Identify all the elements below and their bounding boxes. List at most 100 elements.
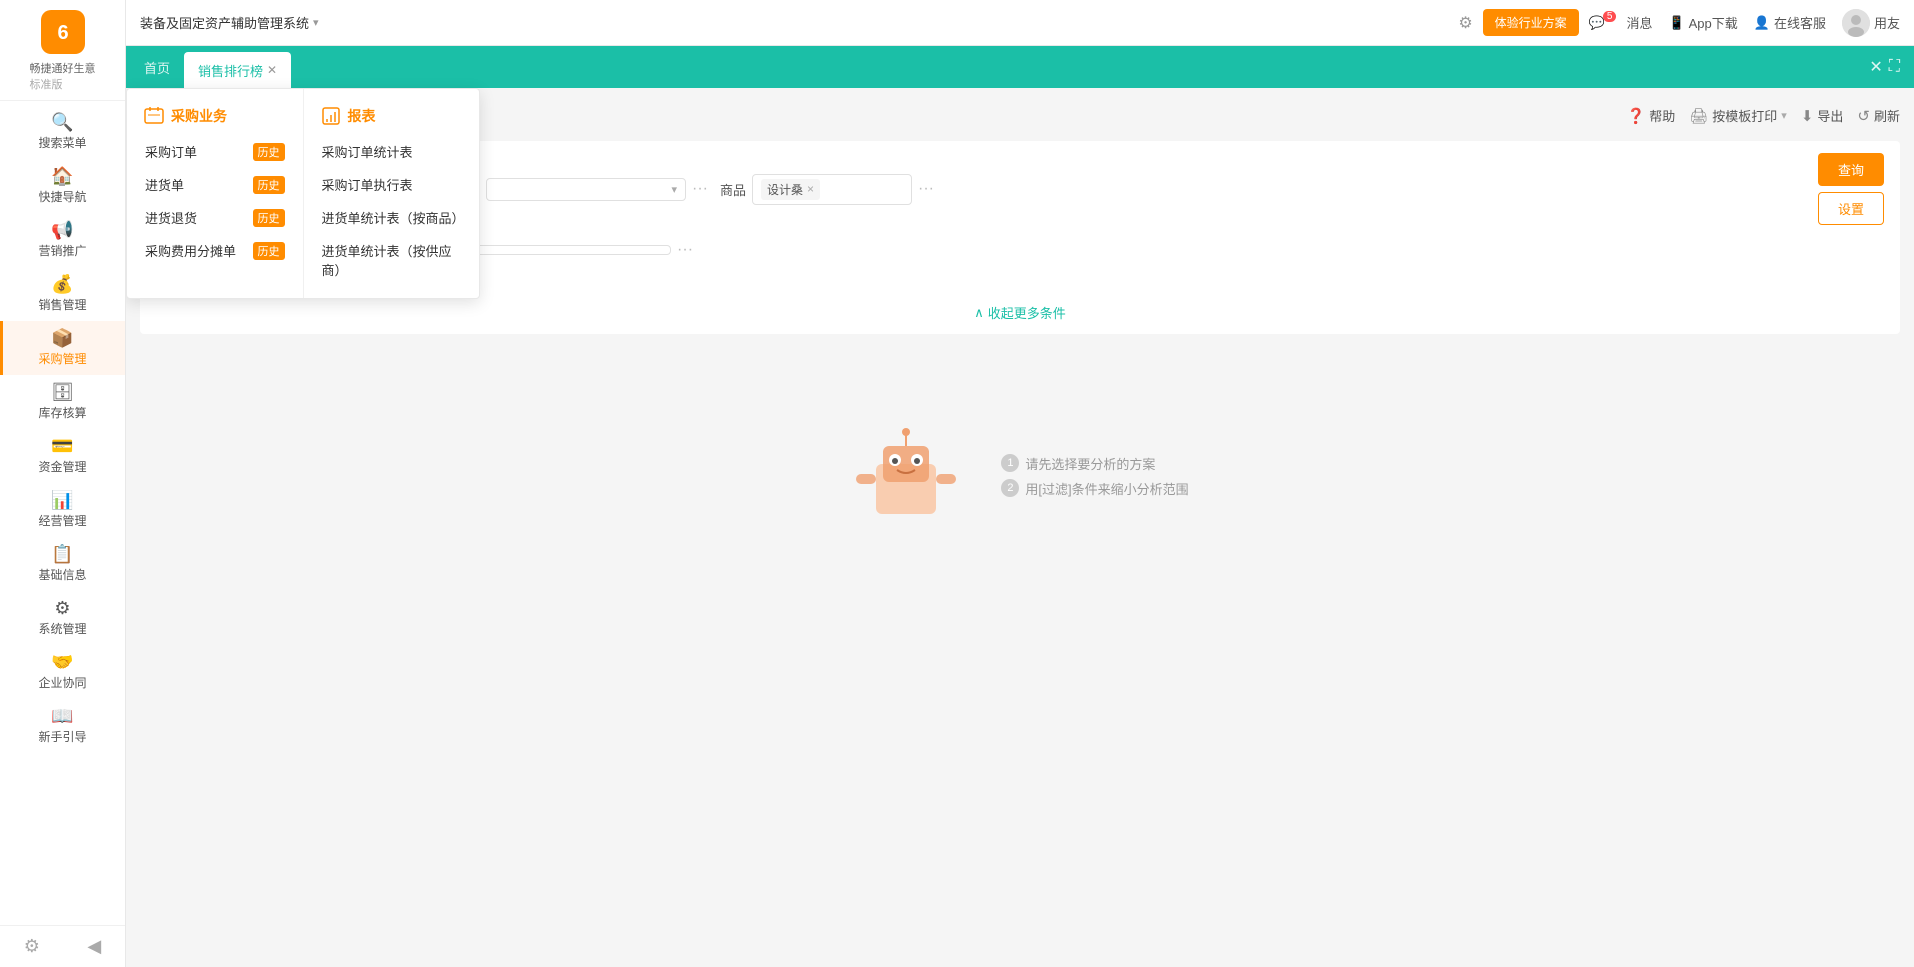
sidebar-item-quick[interactable]: 🏠 快捷导航 xyxy=(0,159,125,213)
sidebar-item-system[interactable]: ⚙ 系统管理 xyxy=(0,591,125,645)
help-icon: ❓ xyxy=(1627,107,1646,125)
menu-item-return[interactable]: 进货退货 历史 xyxy=(135,201,295,234)
marketing-icon: 📢 xyxy=(51,221,73,239)
menu-item-po-stat[interactable]: 采购订单统计表 xyxy=(312,135,472,168)
app-logo-icon: 6 xyxy=(41,10,85,54)
empty-hint-2: 2 用[过滤]条件来缩小分析范围 xyxy=(1001,479,1188,498)
purchase-report-col: 报表 采购订单统计表 采购订单执行表 进货单统计表（按商品） 进货单统计表（按供… xyxy=(304,89,480,298)
salesperson-dots[interactable]: ··· xyxy=(677,241,693,259)
search-icon: 🔍 xyxy=(51,113,73,131)
menu-item-inbound[interactable]: 进货单 历史 xyxy=(135,168,295,201)
system-icon: ⚙ xyxy=(54,599,70,617)
goods-dots[interactable]: ··· xyxy=(918,180,934,198)
main-area: 装备及固定资产辅助管理系统 ▾ ⚙ 体验行业方案 💬 5 消息 📱 App下载 … xyxy=(126,0,1914,967)
fund-icon: 💳 xyxy=(51,437,73,455)
sidebar-item-coop[interactable]: 🤝 企业协同 xyxy=(0,645,125,699)
tabbar-wrapper: 首页 销售排行榜 ✕ ✕ ⛶ 采购业务 采 xyxy=(126,46,1914,88)
user-avatar xyxy=(1842,9,1870,37)
sidebar-logo: 6 畅捷通好生意 标准版 xyxy=(0,0,125,101)
tabbar: 首页 销售排行榜 ✕ ✕ ⛶ xyxy=(126,46,1914,88)
tab-home[interactable]: 首页 xyxy=(130,46,184,88)
tab-close-all-icon[interactable]: ✕ xyxy=(1869,57,1882,77)
collapse-row: ∧ 收起更多条件 xyxy=(156,303,1884,322)
tab-close-icon[interactable]: ✕ xyxy=(267,63,277,77)
collapse-button[interactable]: ∧ 收起更多条件 xyxy=(974,303,1066,322)
sidebar-item-fund[interactable]: 💳 资金管理 xyxy=(0,429,125,483)
empty-state: 1 请先选择要分析的方案 2 用[过滤]条件来缩小分析范围 xyxy=(140,344,1900,607)
goods-control[interactable]: 设计桑 × xyxy=(752,174,912,205)
inventory-icon: 🗄 xyxy=(51,383,74,401)
purchase-business-header: 采购业务 xyxy=(135,101,295,135)
tab-sales-rank[interactable]: 销售排行榜 ✕ xyxy=(184,52,291,88)
menu-item-inbound-stat-goods[interactable]: 进货单统计表（按商品） xyxy=(312,201,472,234)
topbar: 装备及固定资产辅助管理系统 ▾ ⚙ 体验行业方案 💬 5 消息 📱 App下载 … xyxy=(126,0,1914,46)
step-2: 2 xyxy=(1001,479,1019,497)
setting-button[interactable]: 设置 xyxy=(1818,192,1884,225)
app-label: App下载 xyxy=(1689,13,1738,32)
print-chevron-icon: ▾ xyxy=(1781,109,1787,122)
salesperson-control[interactable] xyxy=(471,245,671,255)
tab-expand-icon[interactable]: ⛶ xyxy=(1889,58,1900,76)
sidebar-bottom: ⚙ ◀ xyxy=(0,925,125,967)
filter-actions: 查询 设置 xyxy=(1818,153,1884,225)
purchase-dropdown-menu: 采购业务 采购订单 历史 进货单 历史 进货退货 历史 采购费用分摊单 历史 xyxy=(126,88,480,299)
purchase-report-header: 报表 xyxy=(312,101,472,135)
menu-item-po-exec[interactable]: 采购订单执行表 xyxy=(312,168,472,201)
print-icon: 🖨 xyxy=(1689,107,1708,125)
menu-item-po[interactable]: 采购订单 历史 xyxy=(135,135,295,168)
topbar-message[interactable]: 💬 5 消息 xyxy=(1589,13,1653,32)
print-btn[interactable]: 🖨 按模板打印 ▾ xyxy=(1689,106,1787,125)
settings-bottom-icon[interactable]: ⚙ xyxy=(24,936,40,957)
empty-hint-1: 1 请先选择要分析的方案 xyxy=(1001,454,1155,473)
topbar-gear-icon[interactable]: ⚙ xyxy=(1458,13,1472,33)
export-btn[interactable]: ⬇ 导出 xyxy=(1801,106,1844,125)
help-btn[interactable]: ❓ 帮助 xyxy=(1627,106,1676,125)
menu-item-expense[interactable]: 采购费用分摊单 历史 xyxy=(135,234,295,267)
sidebar-item-marketing[interactable]: 📢 营销推广 xyxy=(0,213,125,267)
purchase-business-icon xyxy=(143,105,165,127)
empty-text: 1 请先选择要分析的方案 2 用[过滤]条件来缩小分析范围 xyxy=(1001,454,1188,498)
sidebar-item-inventory[interactable]: 🗄 库存核算 xyxy=(0,375,125,429)
topbar-app-download[interactable]: 📱 App下载 xyxy=(1668,13,1737,32)
sidebar-item-basic[interactable]: 📋 基础信息 xyxy=(0,537,125,591)
topbar-user[interactable]: 用友 xyxy=(1842,9,1900,37)
app-icon: 📱 xyxy=(1668,15,1684,31)
sidebar-item-search[interactable]: 🔍 搜索菜单 xyxy=(0,105,125,159)
support-icon: 👤 xyxy=(1754,15,1770,31)
goods-label: 商品 xyxy=(720,180,746,199)
history-badge-return: 历史 xyxy=(253,209,285,227)
collapse-icon: ∧ xyxy=(974,305,984,321)
doc-status-control[interactable]: ▾ xyxy=(486,178,686,201)
sales-icon: 💰 xyxy=(51,275,73,293)
query-button[interactable]: 查询 xyxy=(1818,153,1884,186)
history-badge-expense: 历史 xyxy=(253,242,285,260)
goods-tag-close[interactable]: × xyxy=(807,182,814,196)
empty-illustration xyxy=(851,424,961,527)
refresh-btn[interactable]: ↺ 刷新 xyxy=(1857,106,1900,125)
doc-status-arrow: ▾ xyxy=(671,183,677,196)
topbar-title-dropdown[interactable]: 装备及固定资产辅助管理系统 ▾ xyxy=(140,13,1448,32)
industry-btn[interactable]: 体验行业方案 xyxy=(1483,9,1579,36)
topbar-title-text: 装备及固定资产辅助管理系统 xyxy=(140,13,309,32)
topbar-actions: 💬 5 消息 📱 App下载 👤 在线客服 用友 xyxy=(1589,9,1900,37)
sidebar-nav: 🔍 搜索菜单 🏠 快捷导航 📢 营销推广 💰 销售管理 📦 采购管理 🗄 库存核… xyxy=(0,101,125,925)
logo-subtitle: 畅捷通好生意 标准版 xyxy=(30,58,96,92)
menu-item-inbound-stat-supplier[interactable]: 进货单统计表（按供应商） xyxy=(312,234,472,286)
coop-icon: 🤝 xyxy=(51,653,73,671)
refresh-icon: ↺ xyxy=(1857,107,1870,125)
sidebar-item-operation[interactable]: 📊 经营管理 xyxy=(0,483,125,537)
operation-icon: 📊 xyxy=(51,491,73,509)
goods-tag: 设计桑 × xyxy=(761,179,820,200)
sidebar-item-purchase[interactable]: 📦 采购管理 xyxy=(0,321,125,375)
doc-status-dots[interactable]: ··· xyxy=(692,180,708,198)
sidebar-item-sales[interactable]: 💰 销售管理 xyxy=(0,267,125,321)
step-1: 1 xyxy=(1001,454,1019,472)
basic-icon: 📋 xyxy=(51,545,73,563)
tabbar-right: ✕ ⛶ xyxy=(1869,57,1910,77)
svg-text:6: 6 xyxy=(57,22,68,44)
sidebar-item-guide[interactable]: 📖 新手引导 xyxy=(0,699,125,753)
collapse-sidebar-icon[interactable]: ◀ xyxy=(87,936,101,957)
user-name: 用友 xyxy=(1874,13,1900,32)
sidebar: 6 畅捷通好生意 标准版 🔍 搜索菜单 🏠 快捷导航 📢 营销推广 💰 销售管理 xyxy=(0,0,126,967)
topbar-support[interactable]: 👤 在线客服 xyxy=(1754,13,1826,32)
